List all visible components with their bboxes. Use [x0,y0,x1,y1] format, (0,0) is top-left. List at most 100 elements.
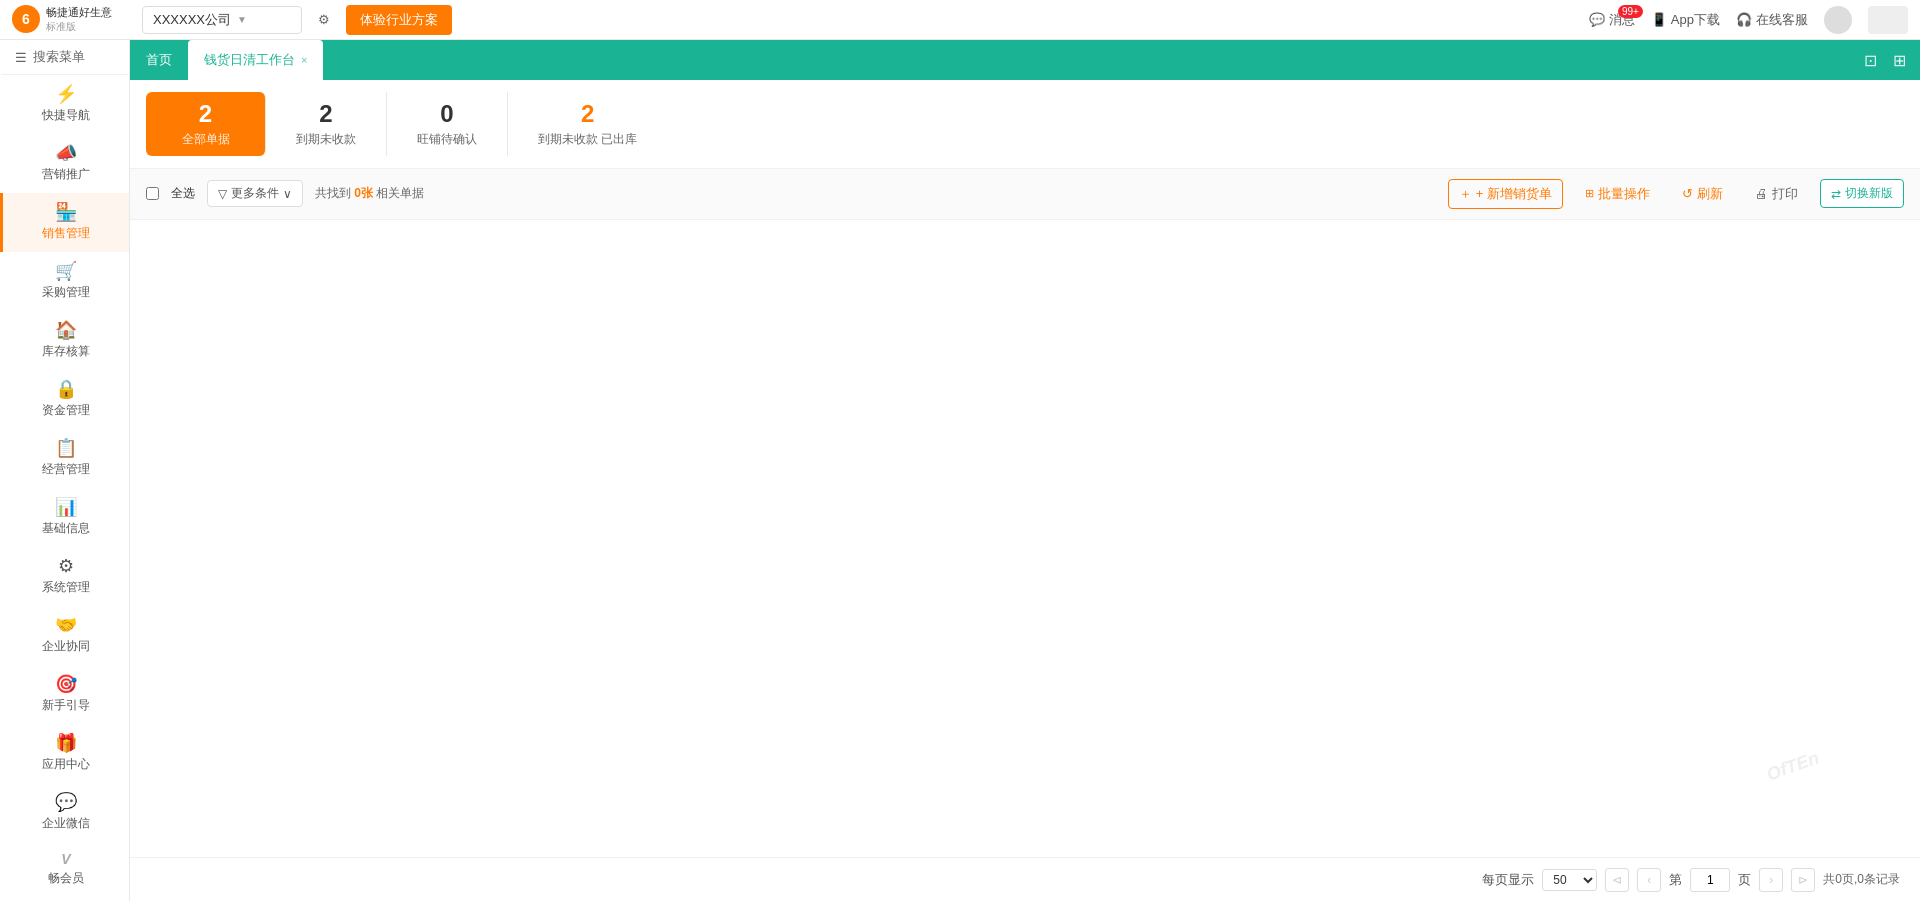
system-icon: ⚙ [58,557,74,575]
prev-page-button[interactable]: ‹ [1637,868,1661,892]
app-download-button[interactable]: 📱 App下载 [1651,11,1720,29]
page-content: 2 全部单据 2 到期未收款 0 旺铺待确认 2 到期未收款 已出库 [130,80,1920,901]
company-name: XXXXXX公司 [153,11,231,29]
add-btn-label: + 新增销货单 [1476,185,1552,203]
per-page-label: 每页显示 [1482,871,1534,889]
page-suffix: 页 [1738,871,1751,889]
sidebar-label-finance: 资金管理 [42,402,90,419]
page-label: 第 [1669,871,1682,889]
sidebar-item-marketing[interactable]: 📣 营销推广 [0,134,129,193]
pagination-bar: 每页显示 50 100 200 ⊲ ‹ 第 页 › ⊳ 共0页,0条记录 [130,857,1920,901]
user-name-area[interactable] [1868,6,1908,34]
sidebar-label-sales: 销售管理 [42,225,90,242]
watermark: OfTEn [1764,747,1822,785]
app-center-icon: 🎁 [55,734,77,752]
download-icon: 📱 [1651,12,1667,27]
tab-bar: 首页 钱货日清工作台 × ⊡ ⊞ [130,40,1920,80]
company-dropdown-icon: ▼ [237,14,247,25]
sidebar-label-marketing: 营销推广 [42,166,90,183]
tab-home[interactable]: 首页 [130,40,188,80]
settings-button[interactable]: ⚙ [310,6,338,34]
message-icon: 💬 [1589,12,1605,27]
beginner-guide-icon: 🎯 [55,675,77,693]
messages-button[interactable]: 💬 消息 99+ [1589,11,1635,29]
sidebar-item-sales[interactable]: 🏪 销售管理 [0,193,129,252]
add-sales-order-button[interactable]: ＋ + 新增销货单 [1448,179,1563,209]
refresh-button[interactable]: ↺ 刷新 [1672,180,1733,208]
overdue-unpaid-label: 到期未收款 [296,131,356,148]
batch-operation-button[interactable]: ⊞ 批量操作 [1575,180,1660,208]
sidebar-label-operations: 经营管理 [42,461,90,478]
member-icon: V [61,852,70,866]
sidebar-label-inventory: 库存核算 [42,343,90,360]
stat-overdue-unshipped[interactable]: 2 到期未收款 已出库 [508,92,667,156]
page-number-input[interactable] [1690,868,1730,892]
sidebar-item-operations[interactable]: 📋 经营管理 [0,429,129,488]
header-right: 💬 消息 99+ 📱 App下载 🎧 在线客服 [1589,6,1908,34]
sidebar-item-purchase[interactable]: 🛒 采购管理 [0,252,129,311]
toolbar: 全选 ▽ 更多条件 ∨ 共找到 0张 相关单据 ＋ + 新增销货单 [130,169,1920,220]
print-label: 打印 [1772,185,1798,203]
next-page-button[interactable]: › [1759,868,1783,892]
operations-icon: 📋 [55,439,77,457]
batch-icon: ⊞ [1585,187,1594,200]
all-orders-num: 2 [199,100,212,129]
tab-minimize-button[interactable]: ⊡ [1858,49,1883,72]
sidebar-label-quick-nav: 快捷导航 [42,107,90,124]
first-page-button[interactable]: ⊲ [1605,868,1629,892]
sidebar-item-finance[interactable]: 🔒 资金管理 [0,370,129,429]
print-button[interactable]: 🖨 打印 [1745,180,1808,208]
stats-row: 2 全部单据 2 到期未收款 0 旺铺待确认 2 到期未收款 已出库 [130,80,1920,169]
filter-icon: ▽ [218,187,227,201]
sidebar-label-system: 系统管理 [42,579,90,596]
switch-icon: ⇄ [1831,187,1841,201]
sidebar-item-basic-info[interactable]: 📊 基础信息 [0,488,129,547]
search-icon: ☰ [15,50,27,65]
last-page-button[interactable]: ⊳ [1791,868,1815,892]
tab-close-icon[interactable]: × [301,54,307,66]
print-icon: 🖨 [1755,186,1768,201]
select-all-label: 全选 [171,185,195,202]
trial-button[interactable]: 体验行业方案 [346,5,452,35]
stat-overdue-unpaid[interactable]: 2 到期未收款 [266,92,387,156]
switch-label: 切换新版 [1845,185,1893,202]
sidebar-label-member: 畅会员 [48,870,84,887]
content-area: 首页 钱货日清工作台 × ⊡ ⊞ 2 全部单据 2 到期未收款 [130,40,1920,901]
stat-pending-confirm[interactable]: 0 旺铺待确认 [387,92,508,156]
pending-confirm-label: 旺铺待确认 [417,131,477,148]
select-all-checkbox[interactable] [146,187,159,200]
toolbar-right: ＋ + 新增销货单 ⊞ 批量操作 ↺ 刷新 🖨 打印 [1448,179,1904,209]
overdue-unpaid-num: 2 [319,100,332,129]
found-suffix: 相关单据 [376,186,424,200]
add-icon: ＋ [1459,185,1472,203]
app-version: 标准版 [46,20,112,34]
sidebar-item-member[interactable]: V 畅会员 [0,842,129,897]
sidebar-item-inventory[interactable]: 🏠 库存核算 [0,311,129,370]
sidebar-item-quick-nav[interactable]: ⚡ 快捷导航 [0,75,129,134]
sidebar-label-search: 搜索菜单 [33,48,85,66]
switch-version-button[interactable]: ⇄ 切换新版 [1820,179,1904,208]
service-icon: 🎧 [1736,12,1752,27]
company-selector[interactable]: XXXXXX公司 ▼ [142,6,302,34]
stat-all-orders[interactable]: 2 全部单据 [146,92,266,156]
online-service-button[interactable]: 🎧 在线客服 [1736,11,1808,29]
avatar[interactable] [1824,6,1852,34]
sidebar-item-beginner-guide[interactable]: 🎯 新手引导 [0,665,129,724]
found-prefix: 共找到 [315,186,351,200]
top-header: 6 畅捷通好生意 标准版 XXXXXX公司 ▼ ⚙ 体验行业方案 💬 消息 99… [0,0,1920,40]
batch-btn-label: 批量操作 [1598,185,1650,203]
overdue-unshipped-label: 到期未收款 已出库 [538,131,637,148]
tab-maximize-button[interactable]: ⊞ [1887,49,1912,72]
purchase-icon: 🛒 [55,262,77,280]
main-layout: ☰ 搜索菜单 ⚡ 快捷导航 📣 营销推广 🏪 销售管理 🛒 采购管理 🏠 库存核… [0,40,1920,901]
sidebar-item-search-menu[interactable]: ☰ 搜索菜单 [0,40,129,75]
tab-active[interactable]: 钱货日清工作台 × [188,40,323,80]
sidebar-item-app-center[interactable]: 🎁 应用中心 [0,724,129,783]
sidebar-item-system[interactable]: ⚙ 系统管理 [0,547,129,606]
gear-icon: ⚙ [318,12,330,27]
filter-button[interactable]: ▽ 更多条件 ∨ [207,180,303,207]
sidebar-item-enterprise-wechat[interactable]: 💬 企业微信 [0,783,129,842]
inventory-icon: 🏠 [55,321,77,339]
per-page-select[interactable]: 50 100 200 [1542,869,1597,891]
sidebar-item-enterprise-coop[interactable]: 🤝 企业协同 [0,606,129,665]
